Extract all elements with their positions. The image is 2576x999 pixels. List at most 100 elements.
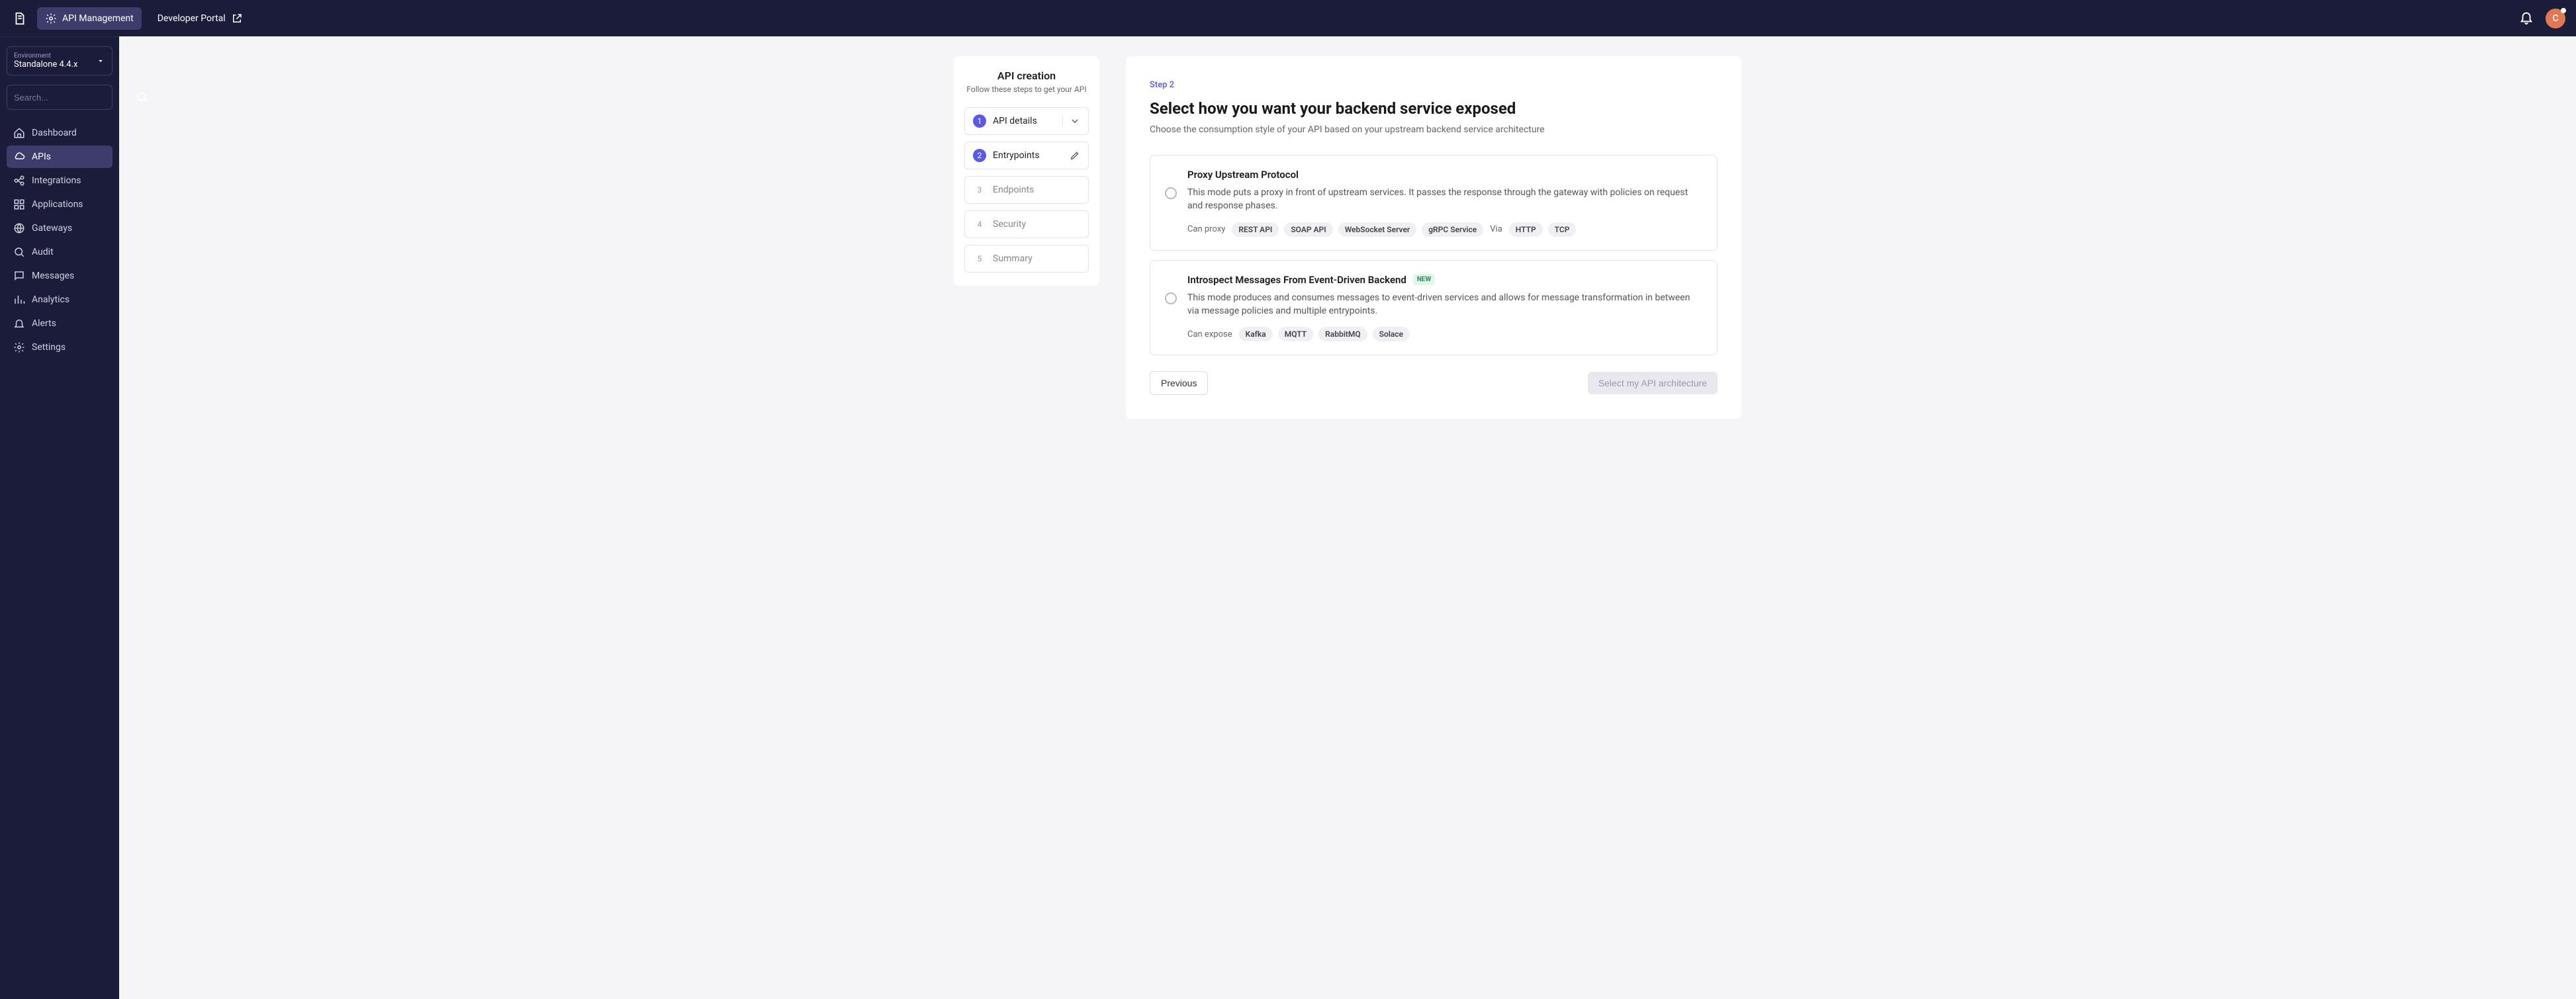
search-input[interactable] bbox=[14, 93, 130, 103]
sidebar-item-apis[interactable]: APIs bbox=[7, 146, 113, 168]
new-badge: NEW bbox=[1413, 274, 1435, 285]
option-title: Introspect Messages From Event-Driven Ba… bbox=[1187, 274, 1406, 286]
gear-icon bbox=[13, 341, 25, 353]
alert-icon bbox=[13, 318, 25, 329]
topnav-left: API Management Developer Portal bbox=[11, 7, 251, 30]
step-summary: 5 Summary bbox=[964, 245, 1089, 273]
environment-value: Standalone 4.4.x bbox=[14, 60, 77, 69]
sidebar-item-audit[interactable]: Audit bbox=[7, 241, 113, 263]
step-number: 2 bbox=[973, 149, 986, 162]
option-event-driven[interactable]: Introspect Messages From Event-Driven Ba… bbox=[1150, 260, 1718, 356]
top-nav: API Management Developer Portal C bbox=[0, 0, 2576, 36]
option-desc: This mode produces and consumes messages… bbox=[1187, 291, 1702, 318]
environment-text: Environment Standalone 4.4.x bbox=[14, 52, 77, 69]
environment-select[interactable]: Environment Standalone 4.4.x bbox=[7, 46, 113, 75]
chip: HTTP bbox=[1509, 222, 1543, 237]
previous-button[interactable]: Previous bbox=[1150, 371, 1208, 395]
sidebar-item-label: Messages bbox=[32, 271, 74, 281]
chip: REST API bbox=[1232, 222, 1279, 237]
step-expand[interactable] bbox=[1062, 116, 1080, 126]
search-box bbox=[7, 85, 113, 110]
step-list: 1 API details 2 Entrypoints 3 Endpoints bbox=[964, 107, 1089, 273]
message-icon bbox=[13, 270, 25, 282]
option-title-row: Proxy Upstream Protocol bbox=[1187, 169, 1702, 181]
footer-row: Previous Select my API architecture bbox=[1150, 371, 1718, 395]
sidebar-item-dashboard[interactable]: Dashboard bbox=[7, 122, 113, 144]
step-label: Security bbox=[993, 219, 1026, 230]
sidebar-item-label: Alerts bbox=[32, 318, 56, 329]
avatar[interactable]: C bbox=[2546, 9, 2565, 28]
sidebar-item-label: Analytics bbox=[32, 294, 69, 305]
integrations-icon bbox=[13, 175, 25, 187]
environment-label: Environment bbox=[14, 52, 77, 60]
chip-lead: Can expose bbox=[1187, 329, 1232, 339]
chip: Solace bbox=[1373, 327, 1410, 341]
step-label: Entrypoints bbox=[993, 150, 1040, 161]
step-label: API details bbox=[993, 116, 1037, 126]
chip: gRPC Service bbox=[1422, 222, 1483, 237]
nav-developer-portal-label: Developer Portal bbox=[158, 13, 226, 24]
sidebar-item-label: APIs bbox=[32, 152, 51, 162]
option-title: Proxy Upstream Protocol bbox=[1187, 169, 1299, 181]
steps-title: API creation bbox=[964, 69, 1089, 82]
pencil-icon bbox=[1070, 150, 1080, 161]
nav-api-management-label: API Management bbox=[62, 13, 134, 24]
option-body: Proxy Upstream Protocol This mode puts a… bbox=[1187, 169, 1702, 237]
analytics-icon bbox=[13, 294, 25, 306]
step-api-details[interactable]: 1 API details bbox=[964, 107, 1089, 135]
main-panel: Step 2 Select how you want your backend … bbox=[1126, 56, 1741, 419]
sidebar-item-label: Applications bbox=[32, 199, 83, 210]
sidebar-item-integrations[interactable]: Integrations bbox=[7, 169, 113, 192]
page-subtitle: Choose the consumption style of your API… bbox=[1150, 124, 1718, 135]
sidebar-nav: Dashboard APIs Integrations Applications… bbox=[7, 122, 113, 359]
caret-down-icon bbox=[96, 56, 105, 65]
gear-icon bbox=[45, 13, 57, 24]
logo-icon[interactable] bbox=[11, 9, 29, 28]
bell-icon bbox=[2519, 10, 2534, 24]
step-edit[interactable] bbox=[1070, 150, 1080, 161]
step-indicator: Step 2 bbox=[1150, 80, 1718, 90]
content: API creation Follow these steps to get y… bbox=[119, 36, 2576, 999]
sidebar-item-label: Gateways bbox=[32, 223, 72, 234]
radio-event-driven[interactable] bbox=[1165, 292, 1177, 304]
sidebar-item-label: Dashboard bbox=[32, 128, 77, 138]
external-link-icon bbox=[231, 13, 243, 24]
sidebar-item-label: Audit bbox=[32, 247, 54, 257]
option-proxy-upstream[interactable]: Proxy Upstream Protocol This mode puts a… bbox=[1150, 155, 1718, 251]
step-number: 4 bbox=[973, 218, 986, 231]
chip: RabbitMQ bbox=[1318, 327, 1367, 341]
sidebar-item-applications[interactable]: Applications bbox=[7, 193, 113, 216]
option-title-row: Introspect Messages From Event-Driven Ba… bbox=[1187, 274, 1702, 286]
radio-proxy-upstream[interactable] bbox=[1165, 187, 1177, 199]
avatar-letter: C bbox=[2552, 13, 2558, 24]
select-architecture-button: Select my API architecture bbox=[1588, 372, 1718, 394]
option-list: Proxy Upstream Protocol This mode puts a… bbox=[1150, 155, 1718, 355]
chip: Kafka bbox=[1239, 327, 1273, 341]
sidebar: Environment Standalone 4.4.x Dashboard A… bbox=[0, 36, 119, 999]
grid-icon bbox=[13, 198, 25, 210]
sidebar-item-analytics[interactable]: Analytics bbox=[7, 288, 113, 311]
sidebar-item-gateways[interactable]: Gateways bbox=[7, 217, 113, 239]
chevron-down-icon bbox=[1070, 116, 1080, 126]
steps-panel: API creation Follow these steps to get y… bbox=[954, 56, 1099, 286]
chip-row: Can expose Kafka MQTT RabbitMQ Solace bbox=[1187, 327, 1702, 341]
content-inner: API creation Follow these steps to get y… bbox=[954, 56, 1741, 979]
step-endpoints: 3 Endpoints bbox=[964, 176, 1089, 204]
sidebar-item-settings[interactable]: Settings bbox=[7, 336, 113, 359]
sidebar-item-label: Settings bbox=[32, 342, 66, 353]
step-number: 5 bbox=[973, 252, 986, 265]
option-desc: This mode puts a proxy in front of upstr… bbox=[1187, 186, 1702, 213]
chip: WebSocket Server bbox=[1338, 222, 1417, 237]
avatar-status-dot bbox=[2561, 8, 2566, 13]
chip-lead: Can proxy bbox=[1187, 224, 1225, 234]
step-number: 3 bbox=[973, 183, 986, 196]
sidebar-item-alerts[interactable]: Alerts bbox=[7, 312, 113, 335]
audit-icon bbox=[13, 246, 25, 258]
chip: TCP bbox=[1548, 222, 1577, 237]
nav-api-management[interactable]: API Management bbox=[37, 7, 142, 30]
notifications-button[interactable] bbox=[2519, 10, 2534, 27]
step-entrypoints[interactable]: 2 Entrypoints bbox=[964, 142, 1089, 169]
sidebar-item-messages[interactable]: Messages bbox=[7, 265, 113, 287]
chip: SOAP API bbox=[1284, 222, 1332, 237]
nav-developer-portal[interactable]: Developer Portal bbox=[150, 7, 251, 30]
